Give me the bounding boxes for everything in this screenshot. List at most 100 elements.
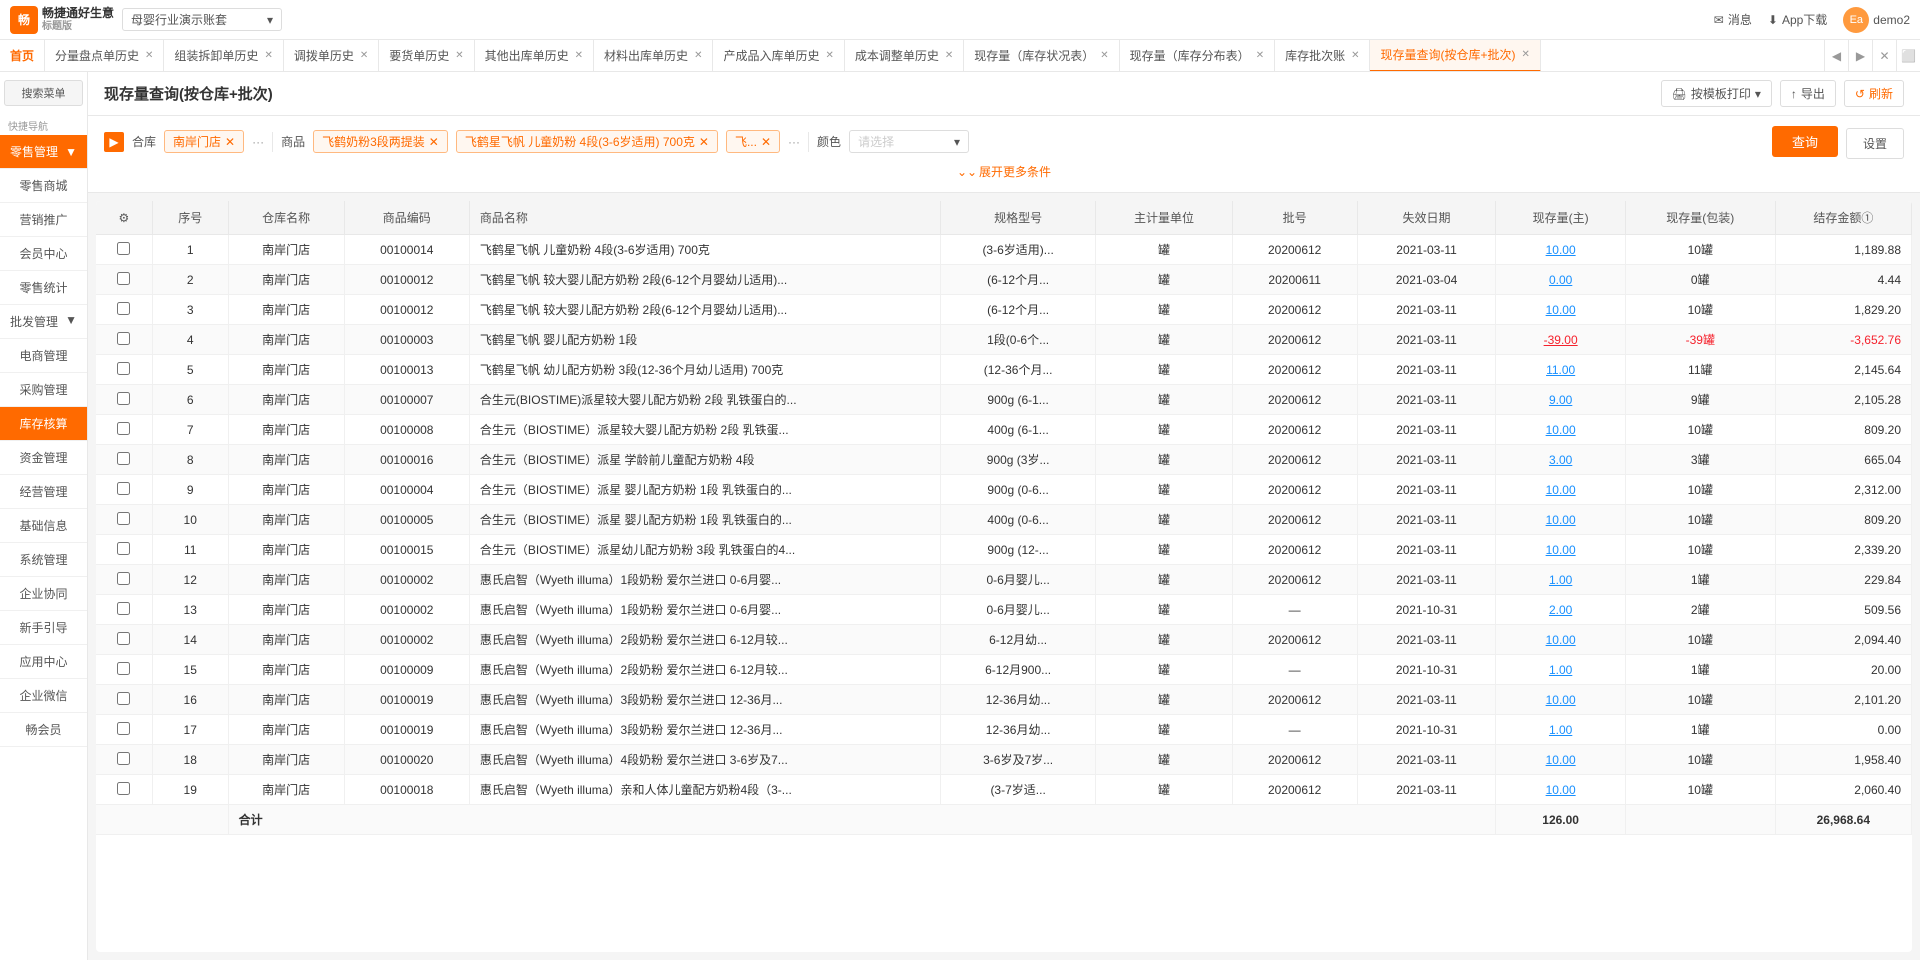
tab-close-all[interactable]: ✕ <box>1872 40 1896 72</box>
sidebar-item-enterprise-wechat[interactable]: 企业微信 <box>0 679 87 713</box>
close-icon[interactable]: ✕ <box>145 50 153 61</box>
sidebar-item-enterprise[interactable]: 企业协同 <box>0 577 87 611</box>
row-checkbox[interactable] <box>96 475 152 505</box>
row-stock-main[interactable]: 0.00 <box>1496 265 1626 295</box>
close-icon[interactable]: ✕ <box>1522 49 1530 60</box>
row-checkbox[interactable] <box>96 295 152 325</box>
close-icon[interactable]: ✕ <box>1100 50 1108 61</box>
row-stock-main[interactable]: 10.00 <box>1496 415 1626 445</box>
row-stock-main[interactable]: 2.00 <box>1496 595 1626 625</box>
goods-filter-tag-2[interactable]: 飞鹤星飞帆 儿童奶粉 4段(3-6岁适用) 700克 ✕ <box>456 130 718 153</box>
row-checkbox[interactable] <box>96 415 152 445</box>
tab-home[interactable]: 首页 <box>0 40 45 72</box>
settings-col-header[interactable]: ⚙ <box>96 201 152 235</box>
row-checkbox[interactable] <box>96 595 152 625</box>
close-icon[interactable]: ✕ <box>825 50 833 61</box>
sidebar-item-operations[interactable]: 经营管理 <box>0 475 87 509</box>
row-stock-main[interactable]: 10.00 <box>1496 685 1626 715</box>
row-stock-main[interactable]: 10.00 <box>1496 775 1626 805</box>
row-checkbox[interactable] <box>96 355 152 385</box>
row-stock-main[interactable]: 10.00 <box>1496 505 1626 535</box>
sidebar-item-system[interactable]: 系统管理 <box>0 543 87 577</box>
tab-current-active[interactable]: 现存量查询(按仓库+批次) ✕ <box>1370 40 1540 72</box>
sidebar-item-marketing[interactable]: 营销推广 <box>0 203 87 237</box>
expand-filter-button[interactable]: ▶ <box>104 132 124 152</box>
row-checkbox[interactable] <box>96 325 152 355</box>
close-icon[interactable]: ✕ <box>761 135 771 149</box>
row-stock-main[interactable]: 1.00 <box>1496 655 1626 685</box>
color-dropdown[interactable]: 请选择 ▾ <box>849 130 969 153</box>
close-icon[interactable]: ✕ <box>699 135 709 149</box>
goods-ellipsis[interactable]: ··· <box>788 135 800 149</box>
tab-batch-account[interactable]: 库存批次账 ✕ <box>1275 40 1370 72</box>
row-checkbox[interactable] <box>96 745 152 775</box>
sidebar-item-member[interactable]: 会员中心 <box>0 237 87 271</box>
row-checkbox[interactable] <box>96 445 152 475</box>
tab-transfer[interactable]: 调拨单历史 ✕ <box>284 40 379 72</box>
sidebar-item-retail-stats[interactable]: 零售统计 <box>0 271 87 305</box>
close-icon[interactable]: ✕ <box>945 50 953 61</box>
sidebar-item-member-card[interactable]: 畅会员 <box>0 713 87 747</box>
sidebar-item-retail[interactable]: 零售管理 ▼ <box>0 135 87 169</box>
settings-button[interactable]: 设置 <box>1846 128 1904 159</box>
goods-filter-tag-3[interactable]: 飞... ✕ <box>726 130 780 153</box>
print-button[interactable]: 🖨 按模板打印 ▾ <box>1661 80 1772 107</box>
row-checkbox[interactable] <box>96 235 152 265</box>
tab-other-out[interactable]: 其他出库单历史 ✕ <box>475 40 594 72</box>
close-icon[interactable]: ✕ <box>1351 50 1359 61</box>
row-checkbox[interactable] <box>96 385 152 415</box>
close-icon[interactable]: ✕ <box>264 50 272 61</box>
tab-product-in[interactable]: 产成品入库单历史 ✕ <box>713 40 844 72</box>
row-checkbox[interactable] <box>96 565 152 595</box>
row-checkbox[interactable] <box>96 775 152 805</box>
row-stock-main[interactable]: 10.00 <box>1496 535 1626 565</box>
row-stock-main[interactable]: 10.00 <box>1496 745 1626 775</box>
tab-require[interactable]: 要货单历史 ✕ <box>379 40 474 72</box>
row-checkbox[interactable] <box>96 655 152 685</box>
row-checkbox[interactable] <box>96 715 152 745</box>
row-stock-main[interactable]: 10.00 <box>1496 625 1626 655</box>
row-stock-main[interactable]: 10.00 <box>1496 235 1626 265</box>
warehouse-filter-tag[interactable]: 南岸门店 ✕ <box>164 130 244 153</box>
tab-material-out[interactable]: 材料出库单历史 ✕ <box>594 40 713 72</box>
sidebar-item-purchase[interactable]: 采购管理 <box>0 373 87 407</box>
row-checkbox[interactable] <box>96 505 152 535</box>
user-avatar[interactable]: Ea demo2 <box>1843 7 1910 33</box>
row-checkbox[interactable] <box>96 685 152 715</box>
row-checkbox[interactable] <box>96 265 152 295</box>
sidebar-item-inventory[interactable]: 库存核算 <box>0 407 87 441</box>
sidebar-item-ecommerce[interactable]: 电商管理 <box>0 339 87 373</box>
row-stock-main[interactable]: 9.00 <box>1496 385 1626 415</box>
row-checkbox[interactable] <box>96 535 152 565</box>
row-stock-main[interactable]: 1.00 <box>1496 715 1626 745</box>
tab-disassemble[interactable]: 组装拆卸单历史 ✕ <box>164 40 283 72</box>
close-icon[interactable]: ✕ <box>429 135 439 149</box>
tab-split-stock[interactable]: 分量盘点单历史 ✕ <box>45 40 164 72</box>
tab-scroll-right[interactable]: ▶ <box>1848 40 1872 72</box>
close-icon[interactable]: ✕ <box>225 135 235 149</box>
row-stock-main[interactable]: 10.00 <box>1496 475 1626 505</box>
row-stock-main[interactable]: -39.00 <box>1496 325 1626 355</box>
refresh-button[interactable]: ↺ 刷新 <box>1844 80 1904 107</box>
sidebar-item-new-guide[interactable]: 新手引导 <box>0 611 87 645</box>
tab-scroll-left[interactable]: ◀ <box>1824 40 1848 72</box>
tab-stock-status[interactable]: 现存量（库存状况表） ✕ <box>964 40 1119 72</box>
row-checkbox[interactable] <box>96 625 152 655</box>
sidebar-item-basics[interactable]: 基础信息 <box>0 509 87 543</box>
sidebar-item-retail-shop[interactable]: 零售商城 <box>0 169 87 203</box>
industry-selector[interactable]: 母婴行业演示账套 ▾ <box>122 8 282 31</box>
sidebar-item-app-center[interactable]: 应用中心 <box>0 645 87 679</box>
close-icon[interactable]: ✕ <box>360 50 368 61</box>
row-stock-main[interactable]: 3.00 <box>1496 445 1626 475</box>
tab-cost-adjust[interactable]: 成本调整单历史 ✕ <box>845 40 964 72</box>
search-menu-button[interactable]: 搜索菜单 <box>4 80 83 106</box>
tab-stock-dist[interactable]: 现存量（库存分布表） ✕ <box>1120 40 1275 72</box>
close-icon[interactable]: ✕ <box>694 50 702 61</box>
close-icon[interactable]: ✕ <box>575 50 583 61</box>
sidebar-item-finance[interactable]: 资金管理 <box>0 441 87 475</box>
row-stock-main[interactable]: 1.00 <box>1496 565 1626 595</box>
message-btn[interactable]: ✉ 消息 <box>1714 11 1752 28</box>
expand-conditions-button[interactable]: ⌄⌄ 展开更多条件 <box>104 159 1904 184</box>
app-download-btn[interactable]: ⬇ App下载 <box>1768 11 1827 28</box>
row-stock-main[interactable]: 11.00 <box>1496 355 1626 385</box>
